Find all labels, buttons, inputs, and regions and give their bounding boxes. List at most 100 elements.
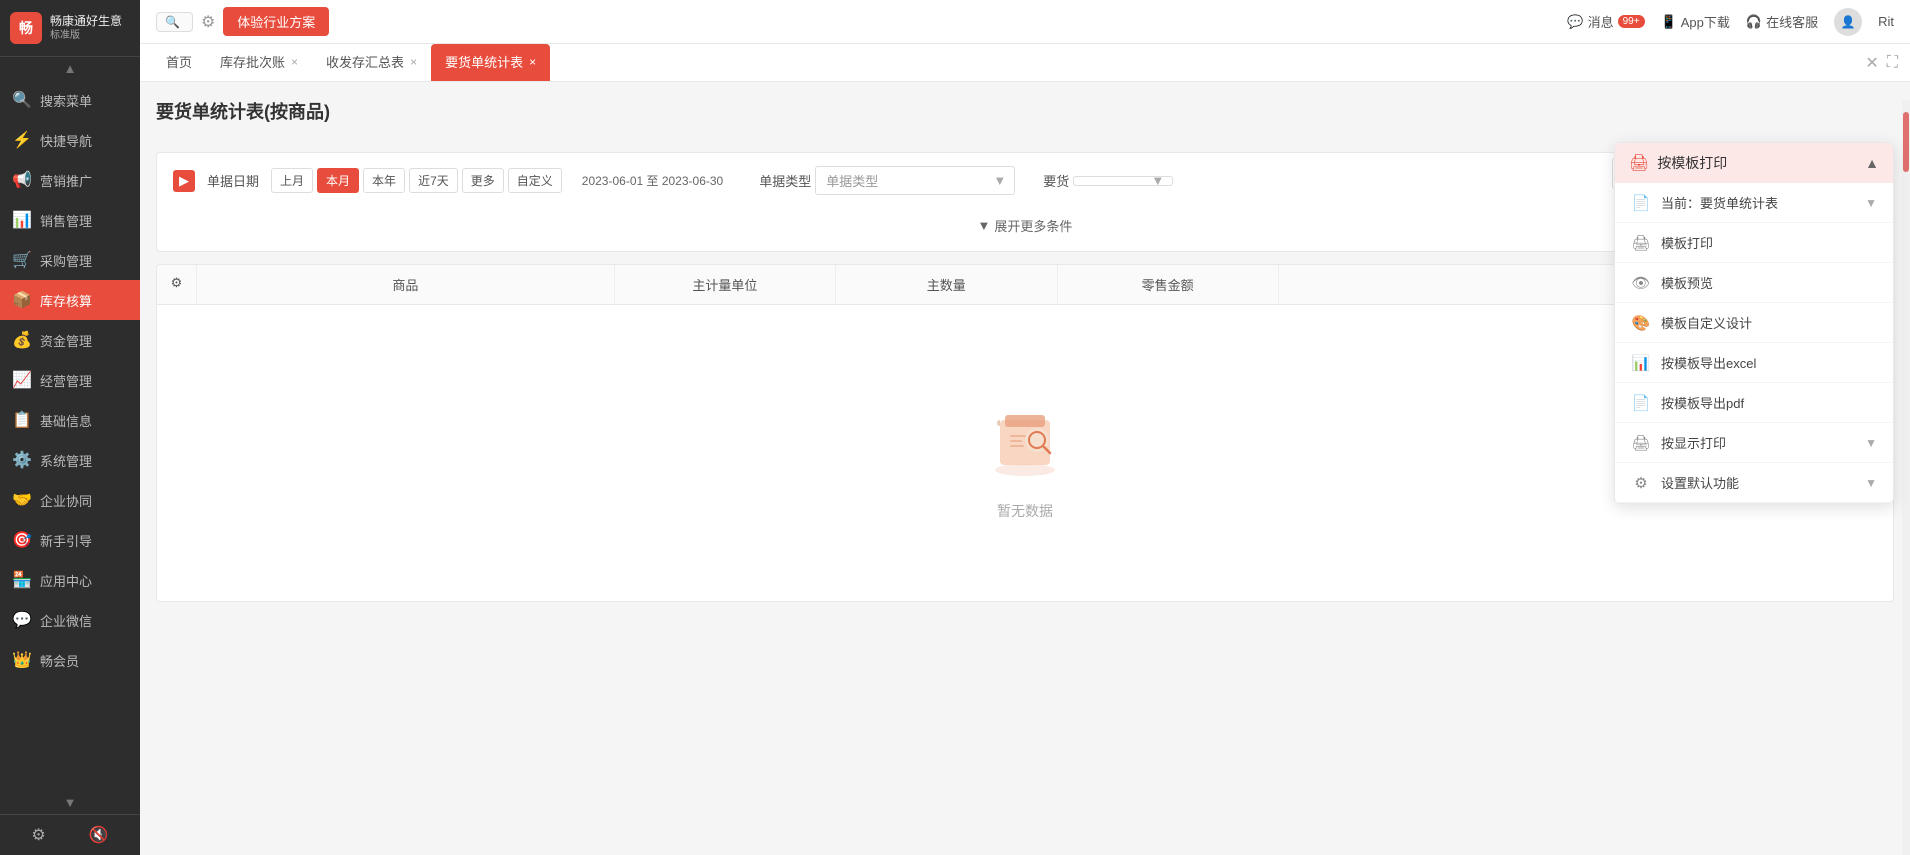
dropdown-printer2-icon: 🖨 <box>1631 234 1651 252</box>
marketing-icon: 📢 <box>12 170 32 190</box>
order-type-select[interactable]: 单据类型 ▼ <box>815 166 1015 195</box>
scrollbar-thumb[interactable] <box>1903 112 1909 172</box>
sidebar-item-purchase[interactable]: 🛒 采购管理 <box>0 240 140 280</box>
sales-icon: 📊 <box>12 210 32 230</box>
sidebar-item-appstore[interactable]: 🏪 应用中心 <box>0 560 140 600</box>
dropdown-set-default-icon: ⚙ <box>1631 474 1651 492</box>
dropdown-group-set-default[interactable]: ⚙ 设置默认功能 ▼ <box>1615 463 1893 503</box>
sidebar-bottom: ⚙ 🔇 <box>0 814 140 855</box>
content-header: 要货单统计表(按商品) <box>156 98 1894 140</box>
empty-text: 暂无数据 <box>997 501 1053 521</box>
date-btn-7days[interactable]: 近7天 <box>409 168 458 193</box>
sidebar-item-search[interactable]: 🔍 搜索菜单 <box>0 80 140 120</box>
sidebar-item-operation[interactable]: 📈 经营管理 <box>0 360 140 400</box>
tab-collect-summary[interactable]: 收发存汇总表 × <box>312 44 431 81</box>
date-btn-last-month[interactable]: 上月 <box>271 168 313 193</box>
member-icon: 👑 <box>12 650 32 670</box>
dropdown-pdf-icon: 📄 <box>1631 394 1651 412</box>
table-settings-icon[interactable]: ⚙ <box>171 275 183 290</box>
finance-icon: 💰 <box>12 330 32 350</box>
operation-icon: 📈 <box>12 370 32 390</box>
tab-close-order-stats[interactable]: × <box>529 55 536 69</box>
order-type-label: 单据类型 <box>759 171 811 190</box>
app-download-icon: 📱 <box>1661 14 1677 30</box>
wechat-icon: 💬 <box>12 610 32 630</box>
dropdown-item-export-excel[interactable]: 📊 按模板导出excel <box>1615 343 1893 383</box>
dropdown-group-display-print[interactable]: 🖨 按显示打印 ▼ <box>1615 423 1893 463</box>
yh-type-chevron: ▼ <box>1151 173 1164 188</box>
sidebar-item-sales[interactable]: 📊 销售管理 <box>0 200 140 240</box>
dropdown-item-template-print[interactable]: 🖨 模板打印 <box>1615 223 1893 263</box>
sidebar-item-basic[interactable]: 📋 基础信息 <box>0 400 140 440</box>
tab-home[interactable]: 首页 <box>152 44 206 81</box>
topbar-search-wrap[interactable]: 🔍 <box>156 12 193 32</box>
appstore-icon: 🏪 <box>12 570 32 590</box>
topbar-search-icon: 🔍 <box>165 15 180 29</box>
settings-bottom-icon[interactable]: ⚙ <box>31 825 45 845</box>
tab-close-batch-account[interactable]: × <box>291 55 298 69</box>
expand-tabs-icon[interactable]: ⛶ <box>1887 54 1898 72</box>
dropdown-design-icon: 🎨 <box>1631 314 1651 332</box>
date-filter-label: 单据日期 <box>207 171 259 190</box>
page-title: 要货单统计表(按商品) <box>156 98 330 124</box>
date-range-text: 2023-06-01 至 2023-06-30 <box>582 172 723 189</box>
app-logo-text: 畅康通好生意 标准版 <box>50 13 122 44</box>
date-btn-this-month[interactable]: 本月 <box>317 168 359 193</box>
filter-toggle-icon[interactable]: ▶ <box>173 170 195 192</box>
expand-chevron-icon: ▼ <box>978 218 991 233</box>
dropdown-item-export-pdf[interactable]: 📄 按模板导出pdf <box>1615 383 1893 423</box>
sidebar-item-enterprise[interactable]: 🤝 企业协同 <box>0 480 140 520</box>
dropdown-header: 🖨 按模板打印 ▲ <box>1615 143 1893 183</box>
sidebar-logo: 畅 畅康通好生意 标准版 <box>0 0 140 57</box>
online-service-item[interactable]: 🎧 在线客服 <box>1746 12 1818 31</box>
topbar-gear-icon[interactable]: ⚙ <box>201 12 215 32</box>
sidebar-item-finance[interactable]: 💰 资金管理 <box>0 320 140 360</box>
yh-type-filter: 要货 ▼ <box>1043 171 1173 190</box>
notifications-item[interactable]: 💬 消息 99+ <box>1567 12 1644 31</box>
sidebar-scroll-up[interactable]: ▲ <box>0 57 140 80</box>
dropdown-collapse-icon[interactable]: ▲ <box>1865 155 1879 171</box>
tab-batch-account[interactable]: 库存批次账 × <box>206 44 312 81</box>
tab-close-collect-summary[interactable]: × <box>410 55 417 69</box>
sidebar-item-system[interactable]: ⚙️ 系统管理 <box>0 440 140 480</box>
sidebar-item-inventory[interactable]: 📦 库存核算 <box>0 280 140 320</box>
dropdown-item-template-preview[interactable]: 👁 模板预览 <box>1615 263 1893 303</box>
sidebar-item-quick-nav[interactable]: ⚡ 快捷导航 <box>0 120 140 160</box>
right-scrollbar[interactable] <box>1902 100 1910 855</box>
table-th-quantity: 主数量 <box>836 265 1057 304</box>
yh-type-select[interactable]: ▼ <box>1073 176 1173 186</box>
table-th-settings[interactable]: ⚙ <box>157 265 197 304</box>
basic-icon: 📋 <box>12 410 32 430</box>
expand-more-conditions-button[interactable]: ▼ 展开更多条件 <box>962 212 1089 239</box>
date-btn-this-year[interactable]: 本年 <box>363 168 405 193</box>
table-th-unit: 主计量单位 <box>615 265 836 304</box>
sidebar: 畅 畅康通好生意 标准版 ▲ 🔍 搜索菜单 ⚡ 快捷导航 📢 营销推广 📊 销售… <box>0 0 140 855</box>
print-dropdown-popup: 🖨 按模板打印 ▲ 📄 当前：要货单统计表 ▼ 🖨 模板打印 👁 模板预览 <box>1614 142 1894 504</box>
dropdown-current-icon: 📄 <box>1631 194 1651 212</box>
date-btn-custom[interactable]: 自定义 <box>508 168 562 193</box>
topbar-right: 💬 消息 99+ 📱 App下载 🎧 在线客服 👤 Rit <box>1567 8 1894 36</box>
date-btn-more[interactable]: 更多 <box>462 168 504 193</box>
topbar-nav: 🔍 ⚙ 体验行业方案 <box>156 7 1559 36</box>
mute-icon[interactable]: 🔇 <box>89 825 109 845</box>
dropdown-current-template[interactable]: 📄 当前：要货单统计表 ▼ <box>1615 183 1893 223</box>
trial-button[interactable]: 体验行业方案 <box>223 7 329 36</box>
sidebar-item-marketing[interactable]: 📢 营销推广 <box>0 160 140 200</box>
yh-type-label: 要货 <box>1043 171 1069 190</box>
sidebar-scroll-down[interactable]: ▼ <box>0 791 140 814</box>
sidebar-item-member[interactable]: 👑 畅会员 <box>0 640 140 680</box>
sidebar-item-wechat[interactable]: 💬 企业微信 <box>0 600 140 640</box>
table-th-amount: 零售金额 <box>1058 265 1279 304</box>
app-download-item[interactable]: 📱 App下载 <box>1661 12 1730 31</box>
date-filter-buttons: 上月 本月 本年 近7天 更多 自定义 <box>271 168 562 193</box>
close-all-tabs-icon[interactable]: ✕ <box>1865 53 1878 73</box>
dropdown-item-template-design[interactable]: 🎨 模板自定义设计 <box>1615 303 1893 343</box>
dropdown-current-arrow: ▼ <box>1865 196 1877 210</box>
tab-order-stats[interactable]: 要货单统计表 × <box>431 44 550 81</box>
user-avatar[interactable]: 👤 <box>1834 8 1862 36</box>
inventory-icon: 📦 <box>12 290 32 310</box>
dropdown-display-arrow: ▼ <box>1865 436 1877 450</box>
sidebar-item-guide[interactable]: 🎯 新手引导 <box>0 520 140 560</box>
topbar: 🔍 ⚙ 体验行业方案 💬 消息 99+ 📱 App下载 🎧 在线客服 👤 <box>140 0 1910 44</box>
empty-illustration <box>975 385 1075 485</box>
